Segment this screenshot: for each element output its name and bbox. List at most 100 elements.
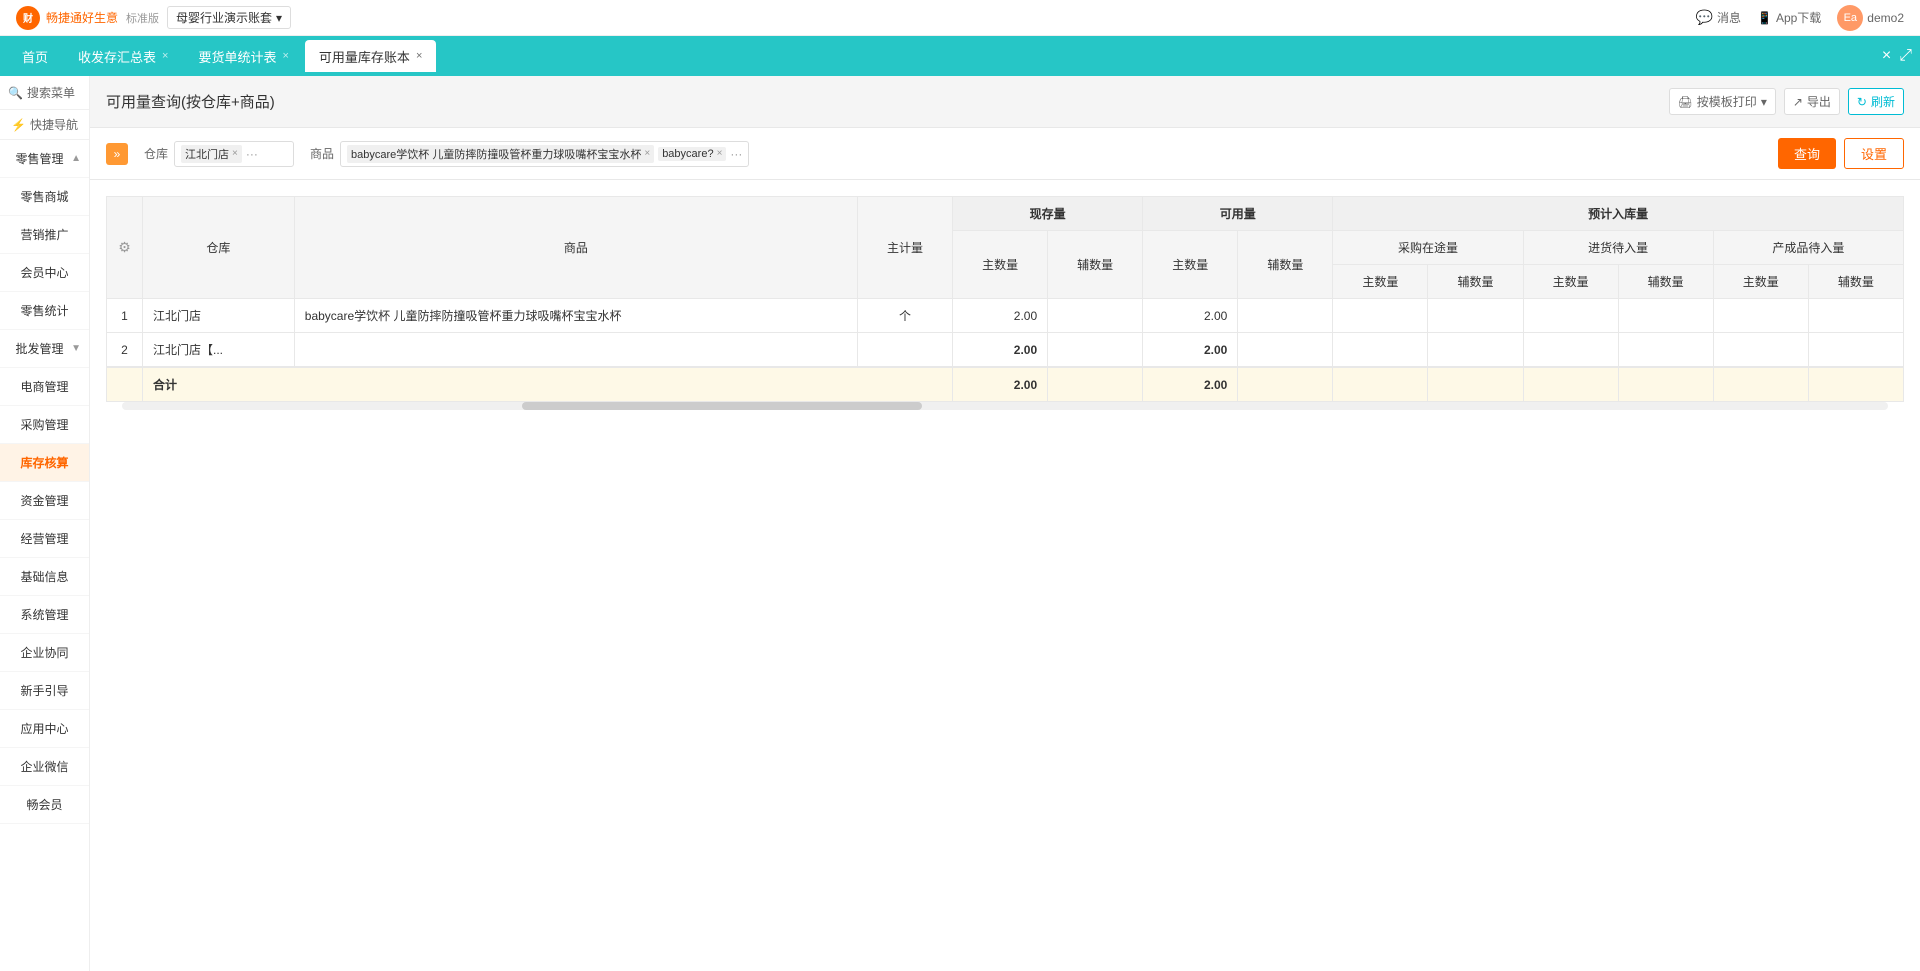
table-row: 1 江北门店 babycare学饮杯 儿童防摔防撞吸管杯重力球吸嘴杯宝宝水杯 个… — [107, 299, 1904, 333]
row-1-production-aux — [1808, 299, 1903, 333]
settings-button[interactable]: 设置 — [1844, 138, 1904, 169]
template-print-label: 按模板打印 — [1697, 93, 1757, 110]
query-button[interactable]: 查询 — [1778, 138, 1836, 169]
sidebar-item-wholesale-label: 批发管理 — [8, 340, 71, 357]
industry-select[interactable]: 母婴行业演示账套 ▾ — [167, 6, 291, 29]
industry-name: 母婴行业演示账套 — [176, 9, 272, 26]
search-icon: 🔍 — [8, 86, 23, 100]
sidebar-item-basic-info[interactable]: 基础信息 — [0, 558, 89, 596]
message-label: 消息 — [1717, 9, 1741, 26]
tab-available[interactable]: 可用量库存账本 × — [305, 40, 436, 72]
sidebar-item-enterprise-wechat[interactable]: 企业微信 — [0, 748, 89, 786]
message-button[interactable]: 💬 消息 — [1696, 9, 1741, 26]
product-tag-1-close[interactable]: × — [717, 148, 723, 159]
scrollbar-thumb[interactable] — [522, 402, 922, 410]
expand-filter-button[interactable]: » — [106, 143, 128, 165]
nav-right-actions: × ⤢ — [1882, 47, 1912, 65]
product-filter-dots: ··· — [730, 147, 742, 161]
expand-button[interactable]: ⤢ — [1899, 47, 1912, 65]
sidebar-item-system[interactable]: 系统管理 — [0, 596, 89, 634]
product-tag-1-value: babycare? — [662, 148, 713, 160]
product-tags-input[interactable]: babycare学饮杯 儿童防摔防撞吸管杯重力球吸嘴杯宝宝水杯 × babyca… — [340, 141, 749, 167]
col-product-header: 商品 — [294, 197, 857, 299]
footer-empty-1 — [107, 367, 143, 402]
sidebar-item-vip-label: 畅会员 — [8, 796, 81, 813]
export-button[interactable]: ↗ 导出 — [1784, 88, 1840, 115]
row-1-available-aux — [1238, 299, 1333, 333]
row-2-production-main — [1713, 333, 1808, 368]
row-1-purchase-main — [1333, 299, 1428, 333]
layout: 🔍 搜索菜单 ⚡ 快捷导航 零售管理 ▲ 零售商城 营销推广 会员中心 零售统计… — [0, 76, 1920, 971]
row-1-current-main: 2.00 — [953, 299, 1048, 333]
col-incoming-group-header: 进货待入量 — [1523, 231, 1713, 265]
search-menu[interactable]: 🔍 搜索菜单 — [0, 76, 89, 110]
sidebar-item-retail-stats[interactable]: 零售统计 — [0, 292, 89, 330]
sidebar-item-inventory[interactable]: 库存核算 — [0, 444, 89, 482]
refresh-label: 刷新 — [1871, 93, 1895, 110]
tab-receipts[interactable]: 收发存汇总表 × — [64, 40, 182, 72]
app-download-button[interactable]: 📱 App下载 — [1757, 9, 1821, 26]
sidebar-item-new-guide[interactable]: 新手引导 — [0, 672, 89, 710]
sidebar-item-enterprise-collab-label: 企业协同 — [8, 644, 81, 661]
sidebar: 🔍 搜索菜单 ⚡ 快捷导航 零售管理 ▲ 零售商城 营销推广 会员中心 零售统计… — [0, 76, 90, 971]
warehouse-tag-close[interactable]: × — [232, 148, 238, 159]
warehouse-tag-value: 江北门店 — [185, 146, 229, 162]
row-2-available-aux — [1238, 333, 1333, 368]
sidebar-item-retail-stats-label: 零售统计 — [8, 302, 81, 319]
col-incoming-main-header: 主数量 — [1523, 265, 1618, 299]
row-2-product — [294, 333, 857, 368]
col-forecast-group-header: 预计入库量 — [1333, 197, 1904, 231]
sidebar-item-wholesale[interactable]: 批发管理 ▼ — [0, 330, 89, 368]
sidebar-item-finance[interactable]: 资金管理 — [0, 482, 89, 520]
tab-orders-close[interactable]: × — [282, 50, 288, 62]
sidebar-item-purchase-label: 采购管理 — [8, 416, 81, 433]
warehouse-tags-input[interactable]: 江北门店 × ··· — [174, 141, 294, 167]
row-2-index: 2 — [107, 333, 143, 368]
sidebar-item-app-center[interactable]: 应用中心 — [0, 710, 89, 748]
sidebar-item-member[interactable]: 会员中心 — [0, 254, 89, 292]
sidebar-item-vip[interactable]: 畅会员 — [0, 786, 89, 824]
horizontal-scrollbar[interactable] — [122, 402, 1888, 410]
refresh-icon: ↻ — [1857, 95, 1867, 109]
sidebar-item-enterprise-collab[interactable]: 企业协同 — [0, 634, 89, 672]
close-all-button[interactable]: × — [1882, 47, 1891, 65]
sidebar-item-operation[interactable]: 经营管理 — [0, 520, 89, 558]
footer-production-aux — [1808, 367, 1903, 402]
refresh-button[interactable]: ↻ 刷新 — [1848, 88, 1904, 115]
col-incoming-aux-header: 辅数量 — [1618, 265, 1713, 299]
tab-available-close[interactable]: × — [416, 50, 422, 62]
quick-nav-label: 快捷导航 — [30, 116, 78, 133]
sidebar-item-retail-store[interactable]: 零售商城 — [0, 178, 89, 216]
footer-purchase-main — [1333, 367, 1428, 402]
sidebar-item-operation-label: 经营管理 — [8, 530, 81, 547]
row-1-product: babycare学饮杯 儿童防摔防撞吸管杯重力球吸嘴杯宝宝水杯 — [294, 299, 857, 333]
print-icon: 🖨 — [1678, 95, 1693, 109]
row-2-production-aux — [1808, 333, 1903, 368]
chevron-down-icon: ▼ — [71, 343, 81, 354]
product-tag-0-close[interactable]: × — [644, 148, 650, 159]
col-current-group-header: 现存量 — [953, 197, 1143, 231]
tab-orders[interactable]: 要货单统计表 × — [184, 40, 302, 72]
home-label: 首页 — [22, 47, 48, 66]
table-footer-row: 合计 2.00 2.00 — [107, 367, 1904, 402]
footer-current-aux — [1048, 367, 1143, 402]
gear-icon[interactable]: ⚙ — [118, 239, 131, 255]
sidebar-item-purchase[interactable]: 采购管理 — [0, 406, 89, 444]
row-2-incoming-aux — [1618, 333, 1713, 368]
template-print-button[interactable]: 🖨 按模板打印 ▾ — [1669, 88, 1776, 115]
tab-home[interactable]: 首页 — [8, 40, 62, 72]
sidebar-item-retail-mgmt[interactable]: 零售管理 ▲ — [0, 140, 89, 178]
col-available-main-header: 主数量 — [1143, 231, 1238, 299]
nav-tabs: 首页 收发存汇总表 × 要货单统计表 × 可用量库存账本 × × ⤢ — [0, 36, 1920, 76]
sidebar-item-marketing[interactable]: 营销推广 — [0, 216, 89, 254]
quick-nav[interactable]: ⚡ 快捷导航 — [0, 110, 89, 140]
user-profile[interactable]: Ea demo2 — [1837, 5, 1904, 31]
sidebar-item-retail-store-label: 零售商城 — [8, 188, 81, 205]
search-menu-label: 搜索菜单 — [27, 84, 75, 101]
tab-receipts-close[interactable]: × — [162, 50, 168, 62]
row-2-available-main: 2.00 — [1143, 333, 1238, 368]
sidebar-item-ecommerce[interactable]: 电商管理 — [0, 368, 89, 406]
data-table: ⚙ 仓库 商品 主计量 现存量 可用量 预计入库量 主数量 辅数量 — [106, 196, 1904, 402]
product-tag-0-value: babycare学饮杯 儿童防摔防撞吸管杯重力球吸嘴杯宝宝水杯 — [351, 146, 641, 162]
sidebar-item-enterprise-wechat-label: 企业微信 — [8, 758, 81, 775]
